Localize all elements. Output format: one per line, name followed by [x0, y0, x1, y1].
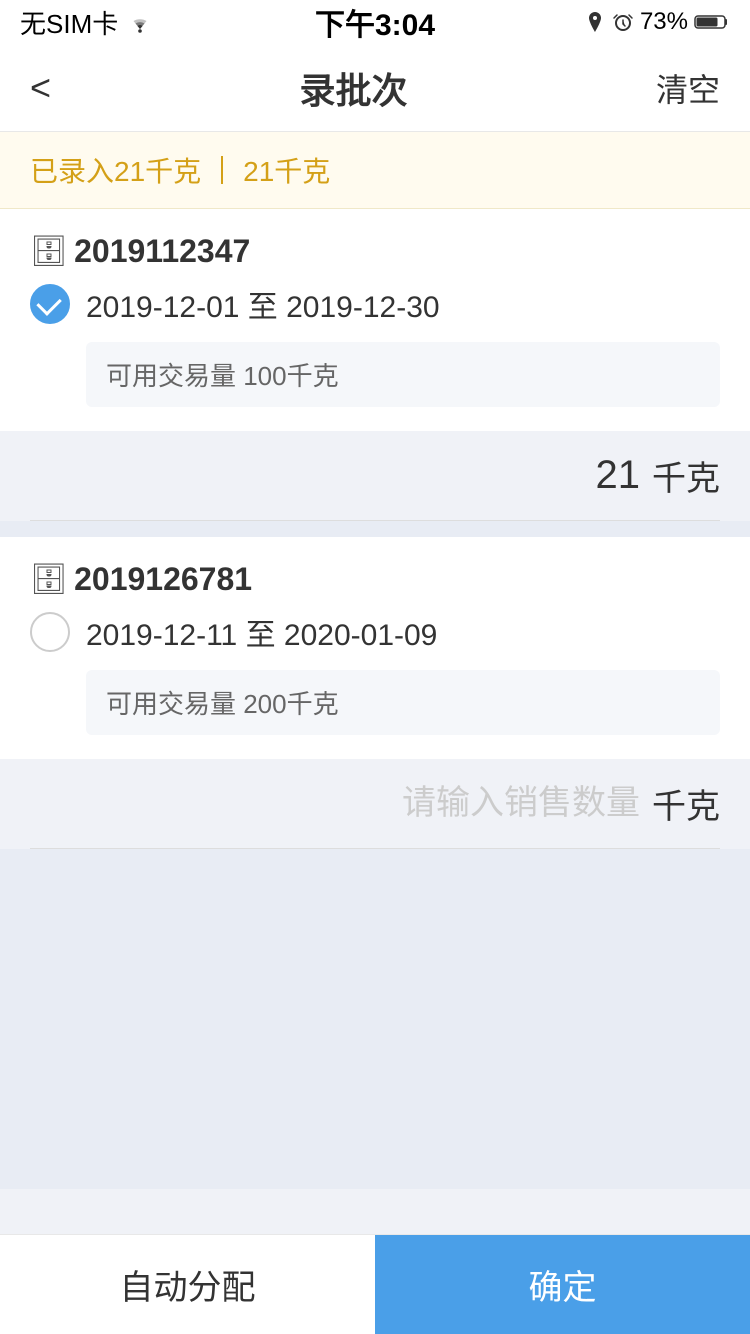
- batch-2-date: 2019-12-11 至 2020-01-09: [86, 610, 437, 654]
- page-title: 录批次: [300, 62, 408, 114]
- status-time: 下午3:04: [315, 0, 435, 44]
- batch-2-amount-unit: 千克: [652, 779, 720, 828]
- confirm-button[interactable]: 确定: [375, 1235, 750, 1334]
- location-icon: [584, 11, 606, 33]
- batch-2-id: 2019126781: [74, 561, 252, 598]
- carrier-text: 无SIM卡: [20, 4, 118, 41]
- nav-bar: < 录批次 清空: [0, 44, 750, 132]
- batch-2-radio[interactable]: [30, 612, 70, 652]
- batch-2-date-row: 2019-12-11 至 2020-01-09: [30, 610, 720, 654]
- batch-item-2: 🗄 2019126781 2019-12-11 至 2020-01-09 可用交…: [0, 537, 750, 759]
- batch-1-date: 2019-12-01 至 2019-12-30: [86, 282, 440, 326]
- clear-button[interactable]: 清空: [656, 65, 720, 111]
- batch-1-amount-unit: 千克: [652, 451, 720, 500]
- batch-2-icon: 🗄: [30, 562, 68, 597]
- status-bar: 无SIM卡 下午3:04 73%: [0, 0, 750, 44]
- bottom-area: [0, 849, 750, 1189]
- batch-2-amount-input[interactable]: [360, 784, 640, 823]
- batch-item-1: 🗄 2019112347 2019-12-01 至 2019-12-30 可用交…: [0, 209, 750, 431]
- battery-text: 73%: [640, 8, 688, 36]
- wifi-icon: [126, 11, 154, 33]
- alarm-icon: [612, 11, 634, 33]
- status-right: 73%: [584, 8, 730, 36]
- info-divider: [221, 156, 223, 184]
- batch-1-amount-value: 21: [596, 453, 641, 498]
- batch-2-amount-row: 千克: [0, 759, 750, 848]
- batch-1-date-row: 2019-12-01 至 2019-12-30: [30, 282, 720, 326]
- status-left: 无SIM卡: [20, 4, 154, 41]
- battery-icon: [694, 13, 730, 31]
- batch-1-amount-row: 21 千克: [0, 431, 750, 520]
- section-separator: [0, 521, 750, 537]
- batch-1-id: 2019112347: [74, 233, 250, 270]
- content: 已录入21千克 21千克 🗄 2019112347 2019-12-01 至 2…: [0, 132, 750, 1289]
- batch-1-icon: 🗄: [30, 234, 68, 269]
- batch-2-header: 🗄 2019126781: [30, 561, 720, 598]
- batch-1-radio[interactable]: [30, 284, 70, 324]
- recorded-label: 已录入21千克: [30, 150, 201, 190]
- batch-1-header: 🗄 2019112347: [30, 233, 720, 270]
- footer: 自动分配 确定: [0, 1234, 750, 1334]
- recorded-amount: 21千克: [243, 150, 330, 190]
- back-button[interactable]: <: [30, 67, 51, 109]
- auto-distribute-button[interactable]: 自动分配: [0, 1235, 375, 1334]
- info-banner: 已录入21千克 21千克: [0, 132, 750, 209]
- batch-1-avail: 可用交易量 100千克: [86, 342, 720, 407]
- batch-2-avail: 可用交易量 200千克: [86, 670, 720, 735]
